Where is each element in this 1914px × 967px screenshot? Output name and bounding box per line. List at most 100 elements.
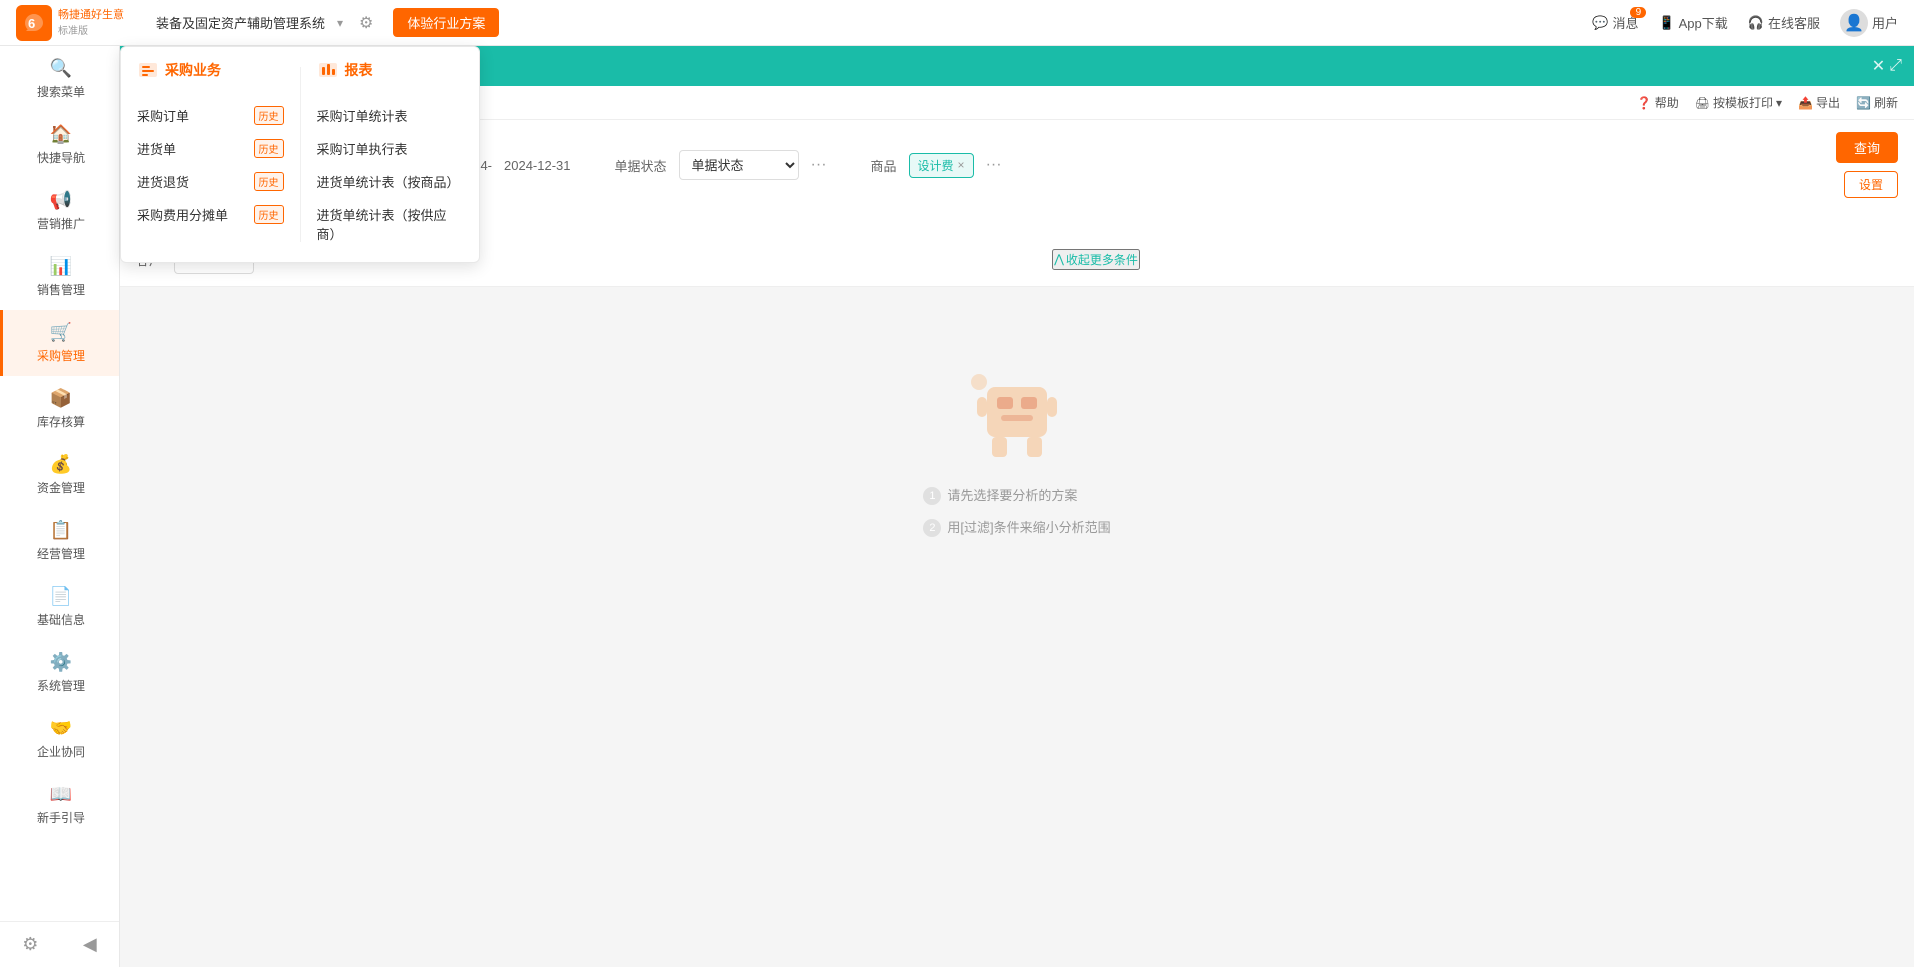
goods-label: 商品	[871, 159, 897, 174]
goods-tag-text: 设计费	[918, 157, 954, 174]
tab-bar-right: ✕ ⤢	[1872, 56, 1914, 76]
history-badge-0: 历史	[254, 106, 284, 125]
voucher-status-dots: ···	[811, 156, 827, 174]
export-btn[interactable]: 📤 导出	[1798, 94, 1840, 111]
sidebar-item-system[interactable]: ⚙️ 系统管理	[0, 640, 119, 706]
query-btn[interactable]: 查询	[1836, 132, 1898, 163]
empty-tip-1: 1 请先选择要分析的方案	[923, 483, 1110, 509]
megaphone-icon: 📢	[50, 190, 72, 211]
user-label: 用户	[1872, 13, 1898, 32]
handshake-icon: 🤝	[50, 718, 72, 739]
purchase-col-title: 采购业务	[137, 59, 284, 87]
empty-state-illustration	[957, 367, 1077, 467]
dropdown-item-label: 进货单	[137, 139, 176, 158]
industry-btn[interactable]: 体验行业方案	[393, 8, 499, 37]
sidebar-settings-btn[interactable]: ⚙	[22, 934, 38, 955]
date-range-end: 2024-12-31	[504, 158, 571, 173]
dropdown-cols: 采购业务 采购订单 历史 进货单 历史 进货退货 历史 采购费用分摊单 历史	[121, 59, 479, 250]
money-icon: 💰	[50, 454, 72, 475]
headset-icon: 🎧	[1748, 15, 1764, 31]
tip-text-1: 请先选择要分析的方案	[947, 483, 1077, 509]
home-icon: 🏠	[50, 124, 72, 145]
sidebar-item-basic-info[interactable]: 📄 基础信息	[0, 574, 119, 640]
report-col-title: 报表	[317, 59, 464, 87]
goods-tag-close-icon[interactable]: ×	[958, 158, 965, 172]
online-service-btn[interactable]: 🎧 在线客服	[1748, 13, 1820, 32]
collapse-btn[interactable]: ⋀ 收起更多条件	[1052, 249, 1140, 270]
sidebar-item-label: 快捷导航	[37, 149, 85, 166]
dropdown-item-label: 采购订单	[137, 106, 189, 125]
dropdown-item-inbound[interactable]: 进货单 历史	[137, 132, 284, 165]
purchase-col-label: 采购业务	[165, 60, 221, 80]
sidebar-item-label: 库存核算	[37, 413, 85, 430]
set-btn[interactable]: 设置	[1844, 171, 1898, 198]
topbar-right: 💬 消息 9 📱 App下载 🎧 在线客服 👤 用户	[1592, 9, 1898, 37]
topbar: 6 畅捷通好生意 标准版 装备及固定资产辅助管理系统 ▾ ⚙ 体验行业方案 💬 …	[0, 0, 1914, 46]
dropdown-menu: 采购业务 采购订单 历史 进货单 历史 进货退货 历史 采购费用分摊单 历史	[120, 46, 480, 263]
dropdown-item-expense[interactable]: 采购费用分摊单 历史	[137, 198, 284, 231]
dropdown-item-report-2[interactable]: 进货单统计表（按商品）	[317, 165, 464, 198]
voucher-status-group: 单据状态	[615, 156, 667, 175]
sidebar-item-label: 销售管理	[37, 281, 85, 298]
sidebar-item-label: 资金管理	[37, 479, 85, 496]
dropdown-item-label: 进货单统计表（按商品）	[317, 172, 460, 191]
box-icon: 📦	[50, 388, 72, 409]
print-label: 按模板打印	[1713, 94, 1773, 111]
app-download-btn[interactable]: 📱 App下载	[1658, 13, 1727, 32]
empty-text: 1 请先选择要分析的方案 2 用[过滤]条件来缩小分析范围	[923, 483, 1110, 541]
gear-icon: ⚙️	[50, 652, 72, 673]
export-icon: 📤	[1798, 96, 1813, 110]
tab-expand-icon[interactable]: ⤢	[1889, 57, 1902, 75]
settings-icon[interactable]: ⚙	[359, 13, 373, 33]
dropdown-item-label: 采购订单统计表	[317, 106, 408, 125]
sidebar-item-quick-nav[interactable]: 🏠 快捷导航	[0, 112, 119, 178]
sidebar-item-finance[interactable]: 💰 资金管理	[0, 442, 119, 508]
main-layout: 🔍 搜索菜单 🏠 快捷导航 📢 营销推广 📊 销售管理 🛒 采购管理 📦 库存核…	[0, 46, 1914, 967]
report-col-icon	[317, 59, 339, 81]
system-name: 装备及固定资产辅助管理系统	[156, 13, 325, 32]
print-btn[interactable]: 🖨 按模板打印 ▾	[1695, 94, 1782, 111]
dropdown-item-report-3[interactable]: 进货单统计表（按供应商）	[317, 198, 464, 250]
sidebar: 🔍 搜索菜单 🏠 快捷导航 📢 营销推广 📊 销售管理 🛒 采购管理 📦 库存核…	[0, 46, 120, 967]
sidebar-item-label: 系统管理	[37, 677, 85, 694]
collapse-btn-container: ⋀ 收起更多条件	[294, 249, 1898, 270]
sidebar-item-search[interactable]: 🔍 搜索菜单	[0, 46, 119, 112]
sidebar-item-sales[interactable]: 📊 销售管理	[0, 244, 119, 310]
tip-num-1: 1	[923, 487, 941, 505]
dropdown-item-report-1[interactable]: 采购订单执行表	[317, 132, 464, 165]
sidebar-item-inventory[interactable]: 📦 库存核算	[0, 376, 119, 442]
sidebar-bottom: ⚙ ◀	[0, 921, 119, 967]
sidebar-item-operations[interactable]: 📋 经营管理	[0, 508, 119, 574]
online-service-label: 在线客服	[1768, 13, 1820, 32]
dropdown-item-return[interactable]: 进货退货 历史	[137, 165, 284, 198]
sidebar-collapse-btn[interactable]: ◀	[83, 934, 97, 955]
help-btn[interactable]: ❓ 帮助	[1637, 94, 1679, 111]
dropdown-item-purchase-order[interactable]: 采购订单 历史	[137, 99, 284, 132]
tip-text-2: 用[过滤]条件来缩小分析范围	[947, 515, 1110, 541]
tip-num-2: 2	[923, 519, 941, 537]
sidebar-item-guide[interactable]: 📖 新手引导	[0, 772, 119, 838]
system-dropdown-icon[interactable]: ▾	[337, 16, 343, 30]
filter-right-actions: 查询 设置	[1836, 132, 1898, 198]
sidebar-item-label: 新手引导	[37, 809, 85, 826]
message-btn[interactable]: 💬 消息 9	[1592, 13, 1638, 32]
logo-sub: 标准版	[58, 22, 124, 37]
sidebar-item-marketing[interactable]: 📢 营销推广	[0, 178, 119, 244]
refresh-icon: 🔄	[1856, 96, 1871, 110]
dropdown-item-report-0[interactable]: 采购订单统计表	[317, 99, 464, 132]
goods-filter-tag[interactable]: 设计费 ×	[909, 153, 974, 178]
phone-icon: 📱	[1658, 15, 1674, 31]
tab-close-all-icon[interactable]: ✕	[1872, 56, 1885, 76]
book-icon: 📖	[50, 784, 72, 805]
user-btn[interactable]: 👤 用户	[1840, 9, 1898, 37]
voucher-status-select[interactable]: 单据状态	[679, 150, 799, 180]
history-badge-1: 历史	[254, 139, 284, 158]
sidebar-item-enterprise[interactable]: 🤝 企业协同	[0, 706, 119, 772]
sidebar-item-purchase[interactable]: 🛒 采购管理	[0, 310, 119, 376]
purchase-col: 采购业务 采购订单 历史 进货单 历史 进货退货 历史 采购费用分摊单 历史	[121, 59, 300, 250]
history-badge-2: 历史	[254, 172, 284, 191]
svg-text:6: 6	[28, 16, 35, 31]
collapse-icon: ⋀	[1054, 252, 1064, 266]
message-badge: 9	[1630, 7, 1646, 18]
refresh-btn[interactable]: 🔄 刷新	[1856, 94, 1898, 111]
